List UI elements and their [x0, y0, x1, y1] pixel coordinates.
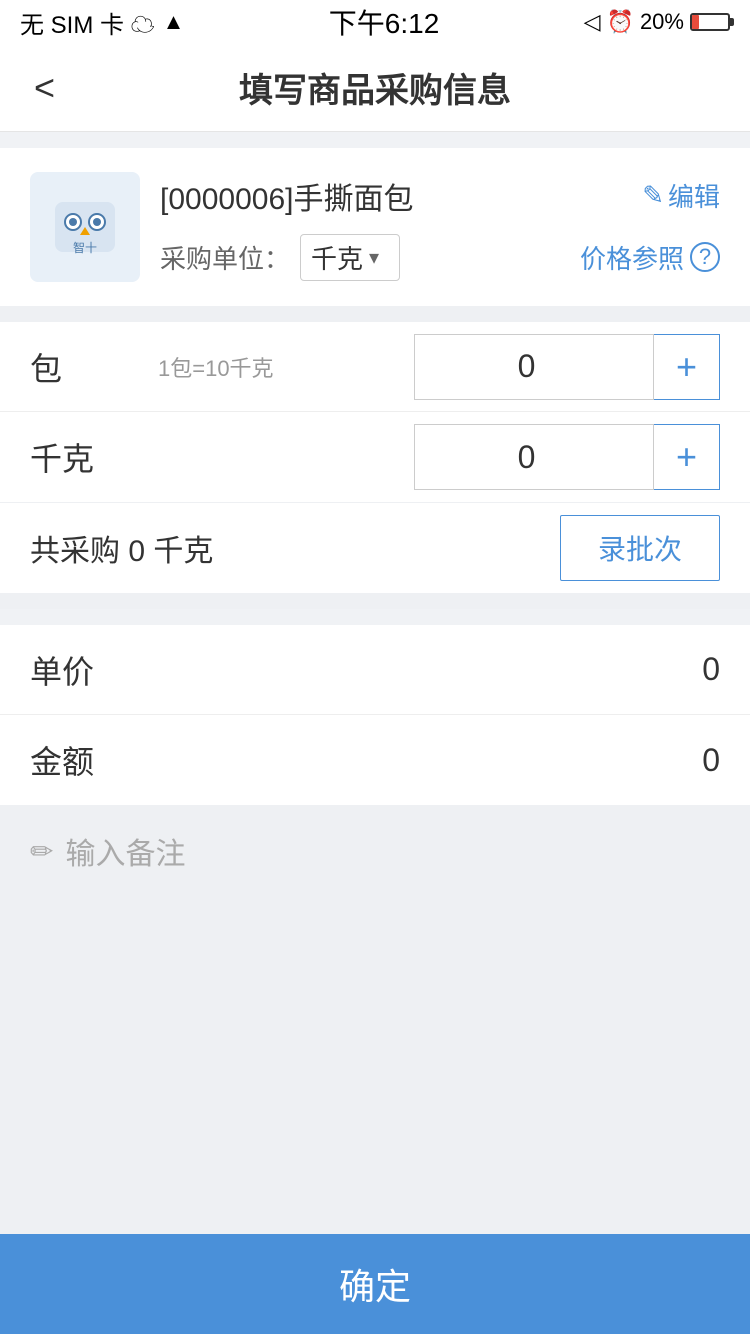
product-name-row: [0000006]手撕面包 ✎ 编辑: [160, 174, 720, 218]
unit-price-value: 0: [702, 651, 720, 688]
help-icon: ?: [690, 242, 720, 272]
bao-plus-button[interactable]: +: [654, 334, 720, 400]
summary-text: 共采购 0 千克: [30, 526, 213, 570]
product-logo-svg: 智十: [50, 197, 120, 257]
sim-label: 无 SIM 卡 ☁: [20, 5, 155, 40]
status-time: 下午6:12: [329, 2, 440, 42]
kg-input[interactable]: [414, 424, 654, 490]
pencil-icon: ✏: [30, 835, 53, 868]
edit-label: 编辑: [668, 177, 720, 214]
amount-value: 0: [702, 742, 720, 779]
edit-icon: ✎: [642, 180, 664, 211]
status-left: 无 SIM 卡 ☁ ▲: [20, 5, 184, 40]
kg-plus-button[interactable]: +: [654, 424, 720, 490]
bao-input-row: 包 1包=10千克 +: [0, 322, 750, 412]
amount-row: 金额 0: [0, 715, 750, 805]
confirm-bar[interactable]: 确定: [0, 1234, 750, 1334]
battery-icon: [690, 13, 730, 31]
svg-text:智十: 智十: [73, 240, 97, 255]
unit-label: 采购单位：: [160, 239, 290, 276]
bao-sublabel: 1包=10千克: [158, 351, 414, 383]
bao-input-wrap: +: [414, 334, 720, 400]
dropdown-icon: ▾: [369, 245, 379, 270]
divider-2: [0, 593, 750, 609]
unit-select[interactable]: 千克 ▾: [300, 234, 400, 281]
summary-row: 共采购 0 千克 录批次: [0, 503, 750, 593]
product-name: [0000006]手撕面包: [160, 174, 413, 218]
unit-price-label: 单价: [30, 647, 94, 693]
price-ref-button[interactable]: 价格参照 ?: [580, 239, 720, 276]
blank-area: [0, 897, 750, 1277]
divider-1: [0, 306, 750, 322]
remark-section[interactable]: ✏ 输入备注: [0, 805, 750, 897]
summary-section: 共采购 0 千克 录批次: [0, 502, 750, 593]
page-title: 填写商品采购信息: [239, 63, 511, 112]
kg-input-row: 千克 +: [0, 412, 750, 502]
product-card: 智十 [0000006]手撕面包 ✎ 编辑 采购单位： 千克 ▾ 价格参照 ?: [0, 148, 750, 306]
status-bar: 无 SIM 卡 ☁ ▲ 下午6:12 ◁ ⏰ 20%: [0, 0, 750, 44]
product-thumbnail: 智十: [30, 172, 140, 282]
unit-price-row: 单价 0: [0, 625, 750, 715]
wifi-icon: ▲: [163, 9, 185, 35]
nav-bar: < 填写商品采购信息: [0, 44, 750, 132]
unit-row: 采购单位： 千克 ▾ 价格参照 ?: [160, 234, 720, 281]
remark-placeholder: 输入备注: [65, 829, 185, 873]
location-icon: ◁: [584, 9, 601, 35]
battery-percent: 20%: [640, 9, 684, 35]
product-info: [0000006]手撕面包 ✎ 编辑 采购单位： 千克 ▾ 价格参照 ?: [160, 174, 720, 281]
batch-button[interactable]: 录批次: [560, 515, 720, 581]
edit-button[interactable]: ✎ 编辑: [642, 177, 720, 214]
kg-label: 千克: [30, 434, 150, 480]
bao-label: 包: [30, 344, 150, 390]
unit-value: 千克: [311, 239, 363, 276]
back-button[interactable]: <: [24, 57, 65, 119]
bao-input[interactable]: [414, 334, 654, 400]
confirm-button-label: 确定: [339, 1258, 411, 1310]
status-right: ◁ ⏰ 20%: [584, 9, 730, 35]
price-ref-label: 价格参照: [580, 239, 684, 276]
alarm-icon: ⏰: [607, 9, 634, 35]
kg-input-wrap: +: [414, 424, 720, 490]
amount-label: 金额: [30, 737, 94, 783]
pricing-section: 单价 0 金额 0: [0, 625, 750, 805]
input-section: 包 1包=10千克 + 千克 +: [0, 322, 750, 502]
